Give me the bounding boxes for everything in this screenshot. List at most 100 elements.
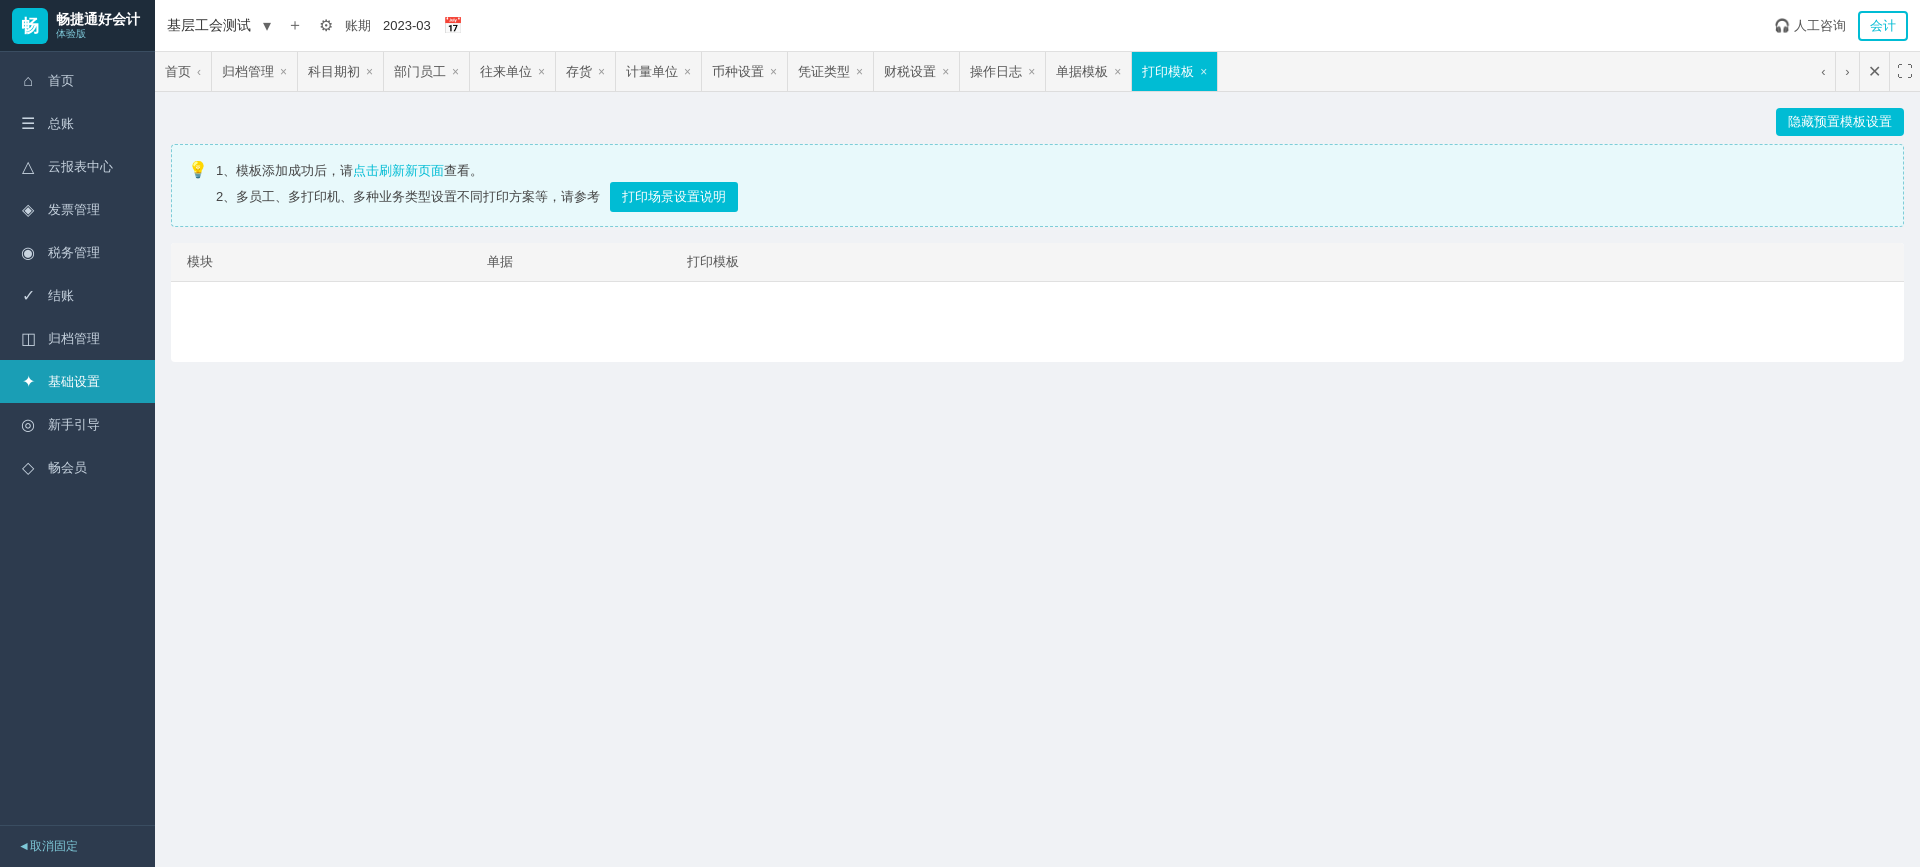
tab-partner[interactable]: 往来单位 × (470, 52, 556, 92)
nav-icon-guide: ◎ (18, 415, 38, 434)
logo-subtitle: 体验版 (56, 28, 140, 40)
tab-close-all[interactable]: ✕ (1860, 52, 1890, 92)
col-header-module: 模块 (171, 243, 471, 281)
tab-close-dept[interactable]: × (452, 65, 459, 79)
tab-close-tax_settings[interactable]: × (942, 65, 949, 79)
company-name: 基层工会测试 (167, 17, 251, 35)
tab-label-home: 首页 (165, 63, 191, 81)
main-content: 隐藏预置模板设置 💡 1、模板添加成功后，请点击刷新新页面查看。 2、多员工、多… (155, 92, 1920, 867)
nav-label-home: 首页 (48, 72, 74, 90)
tab-currency[interactable]: 币种设置 × (702, 52, 788, 92)
tabs-bar: 首页 ‹归档管理 ×科目期初 ×部门员工 ×往来单位 ×存货 ×计量单位 ×币种… (155, 52, 1920, 92)
tab-operation_log[interactable]: 操作日志 × (960, 52, 1046, 92)
tab-dept[interactable]: 部门员工 × (384, 52, 470, 92)
tab-close-voucher_type[interactable]: × (856, 65, 863, 79)
notice-box: 💡 1、模板添加成功后，请点击刷新新页面查看。 2、多员工、多打印机、多种业务类… (171, 144, 1904, 227)
tab-tax_settings[interactable]: 财税设置 × (874, 52, 960, 92)
account-button[interactable]: 会计 (1858, 11, 1908, 41)
tab-print_template[interactable]: 打印模板 × (1132, 52, 1218, 92)
tab-close-single_form[interactable]: × (1114, 65, 1121, 79)
tab-single_form[interactable]: 单据模板 × (1046, 52, 1132, 92)
tab-label-operation_log: 操作日志 (970, 63, 1022, 81)
tab-label-subject: 科目期初 (308, 63, 360, 81)
tab-close-currency[interactable]: × (770, 65, 777, 79)
nav-label-tax: 税务管理 (48, 244, 100, 262)
sidebar-item-close[interactable]: ✓结账 (0, 274, 155, 317)
tab-label-dept: 部门员工 (394, 63, 446, 81)
tab-back-home[interactable]: ‹ (197, 65, 201, 79)
topbar-left: 基层工会测试 ▾ ＋ ⚙ 账期 2023-03 📅 (167, 11, 467, 40)
print-scene-btn[interactable]: 打印场景设置说明 (610, 182, 738, 211)
tab-label-partner: 往来单位 (480, 63, 532, 81)
nav-icon-home: ⌂ (18, 72, 38, 90)
tab-label-unit: 计量单位 (626, 63, 678, 81)
tab-unit[interactable]: 计量单位 × (616, 52, 702, 92)
tab-subject[interactable]: 科目期初 × (298, 52, 384, 92)
tab-voucher_type[interactable]: 凭证类型 × (788, 52, 874, 92)
tab-scroll-left[interactable]: ‹ (1812, 52, 1836, 92)
topbar: 基层工会测试 ▾ ＋ ⚙ 账期 2023-03 📅 🎧 人工咨询 会计 (155, 0, 1920, 52)
sidebar-item-guide[interactable]: ◎ 新手引导 (0, 403, 155, 446)
tab-label-print_template: 打印模板 (1142, 63, 1194, 81)
tab-close-archive[interactable]: × (280, 65, 287, 79)
tab-close-unit[interactable]: × (684, 65, 691, 79)
sidebar-item-ledger[interactable]: ☰总账 (0, 102, 155, 145)
tab-close-inventory[interactable]: × (598, 65, 605, 79)
company-dropdown-icon[interactable]: ▾ (259, 12, 275, 39)
calendar-icon[interactable]: 📅 (439, 12, 467, 39)
nav-label-settings: 基础设置 (48, 373, 100, 391)
nav-icon-invoice: ◈ (18, 200, 38, 219)
sidebar-item-home[interactable]: ⌂ 首页 (0, 60, 155, 102)
logo-text: 畅捷通好会计 体验版 (56, 11, 140, 40)
sidebar-item-reports[interactable]: △ 云报表中心 (0, 145, 155, 188)
tab-label-archive: 归档管理 (222, 63, 274, 81)
tab-archive[interactable]: 归档管理 × (212, 52, 298, 92)
sidebar-item-vip[interactable]: ◇畅会员 (0, 446, 155, 489)
nav-label-close: 结账 (48, 287, 74, 305)
sidebar-nav: ⌂ 首页 ☰总账 △ 云报表中心 ◈ 发票管理 ◉ 税务管理 ✓结账 ◫ 归档管理 ✦ 基础设置 ◎ 新手引导… (0, 52, 155, 825)
sidebar-item-invoice[interactable]: ◈ 发票管理 (0, 188, 155, 231)
settings-icon[interactable]: ⚙ (315, 12, 337, 39)
nav-label-guide: 新手引导 (48, 416, 100, 434)
nav-icon-reports: △ (18, 157, 38, 176)
nav-label-reports: 云报表中心 (48, 158, 113, 176)
table-header: 模块 单据 打印模板 (171, 243, 1904, 282)
nav-icon-tax: ◉ (18, 243, 38, 262)
tab-close-operation_log[interactable]: × (1028, 65, 1035, 79)
nav-icon-archive: ◫ (18, 329, 38, 348)
logo-icon: 畅 (12, 8, 48, 44)
tab-label-single_form: 单据模板 (1056, 63, 1108, 81)
table-body (171, 282, 1904, 362)
tab-expand[interactable]: ⛶ (1890, 52, 1920, 92)
tab-label-inventory: 存货 (566, 63, 592, 81)
sidebar-item-archive[interactable]: ◫ 归档管理 (0, 317, 155, 360)
topbar-right: 🎧 人工咨询 会计 (1774, 11, 1908, 41)
sidebar: 畅 畅捷通好会计 体验版 ⌂ 首页 ☰总账 △ 云报表中心 ◈ 发票管理 ◉ 税务管理 ✓结账 ◫ 归… (0, 0, 155, 867)
logo-title: 畅捷通好会计 (56, 11, 140, 28)
notice-refresh-link[interactable]: 点击刷新新页面 (353, 163, 444, 178)
tab-inventory[interactable]: 存货 × (556, 52, 616, 92)
nav-label-ledger: 总账 (48, 115, 74, 133)
tab-scroll-right[interactable]: › (1836, 52, 1860, 92)
add-tab-icon[interactable]: ＋ (283, 11, 307, 40)
tab-close-partner[interactable]: × (538, 65, 545, 79)
period-label: 账期 (345, 17, 371, 35)
headset-icon: 🎧 (1774, 18, 1790, 33)
sidebar-item-settings[interactable]: ✦ 基础设置 (0, 360, 155, 403)
tab-label-currency: 币种设置 (712, 63, 764, 81)
notice-line1: 1、模板添加成功后，请点击刷新新页面查看。 (216, 159, 738, 182)
sidebar-item-tax[interactable]: ◉ 税务管理 (0, 231, 155, 274)
tab-close-print_template[interactable]: × (1200, 65, 1207, 79)
tab-home[interactable]: 首页 ‹ (155, 52, 212, 92)
notice-line2: 2、多员工、多打印机、多种业务类型设置不同打印方案等，请参考 打印场景设置说明 (216, 182, 738, 211)
nav-label-invoice: 发票管理 (48, 201, 100, 219)
period-value: 2023-03 (383, 18, 431, 33)
sidebar-unpin[interactable]: ◄取消固定 (0, 825, 155, 867)
col-header-template: 打印模板 (671, 243, 1904, 281)
nav-label-archive: 归档管理 (48, 330, 100, 348)
tab-close-subject[interactable]: × (366, 65, 373, 79)
customer-service-btn[interactable]: 🎧 人工咨询 (1774, 17, 1846, 35)
nav-label-vip: 畅会员 (48, 459, 87, 477)
nav-icon-settings: ✦ (18, 372, 38, 391)
hide-template-button[interactable]: 隐藏预置模板设置 (1776, 108, 1904, 136)
